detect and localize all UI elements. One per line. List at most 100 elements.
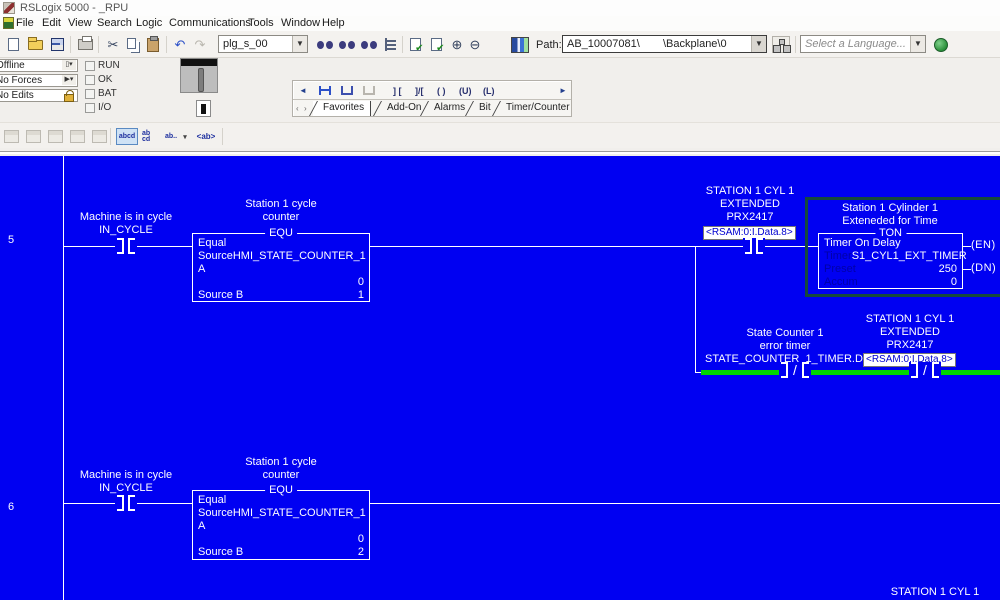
edit-assemble-icon[interactable] (68, 128, 86, 145)
equ-block[interactable]: EQU Equal Source A HMI_STATE_COUNTER_1 0 … (192, 484, 370, 560)
tag-name[interactable]: IN_CYCLE (46, 224, 206, 237)
rung-number[interactable]: 6 (8, 501, 14, 513)
toggle-tag-icon[interactable]: <ab> (194, 128, 218, 145)
tab-favorites[interactable]: Favorites (313, 101, 372, 116)
chevron-down-icon[interactable]: ▼ (751, 36, 766, 52)
chevron-down-icon[interactable]: ▼ (292, 36, 307, 52)
branch-level-glyph (363, 86, 375, 95)
cut-icon[interactable]: ✂ (104, 36, 122, 53)
tag-name[interactable]: IN_CYCLE (46, 482, 206, 495)
menu-tools[interactable]: Tools (248, 17, 274, 29)
run-flag: RUN (85, 60, 120, 71)
controller-mode-menu-icon[interactable]: ▯▾ (62, 60, 76, 70)
palette-scroll-left-icon[interactable]: ◄ (299, 83, 307, 98)
xic-in-cycle-labels: Machine is in cycle IN_CYCLE (46, 469, 206, 495)
language-globe-icon[interactable] (932, 36, 950, 53)
next-rung-partial-label: STATION 1 CYL 1 (890, 586, 980, 598)
xio-contact-prx2417[interactable]: / (909, 362, 941, 378)
operand-label: Source A (198, 250, 233, 275)
new-rung-icon[interactable] (319, 83, 331, 98)
undo-icon[interactable]: ↶ (171, 36, 189, 53)
edits-field[interactable]: No Edits (0, 89, 78, 102)
edit-toolbar: abcd ab cd ab.. ▾ <ab> (0, 122, 1000, 148)
tab-timer-counter[interactable]: Timer/Counter (496, 101, 576, 116)
rung-wire (370, 246, 743, 247)
palette-scroll-right-icon[interactable]: ► (559, 83, 567, 98)
xio-instruction-icon[interactable]: ]/[ (415, 83, 424, 98)
cross-reference-icon[interactable] (383, 36, 401, 53)
pane-splitter[interactable] (0, 151, 1000, 154)
operand-value[interactable]: 2 (358, 546, 364, 559)
forces-field[interactable]: No Forces ▶▾ (0, 74, 78, 87)
operand-value[interactable]: 0 (951, 276, 957, 289)
io-flag: I/O (85, 102, 111, 113)
ote-instruction-icon[interactable]: ( ) (437, 83, 446, 98)
zoom-out-icon[interactable]: ⊖ (466, 36, 484, 53)
copy-icon[interactable] (124, 36, 142, 53)
binoculars-glyph (339, 40, 355, 50)
menu-file[interactable]: File (16, 17, 34, 29)
xic-contact-in-cycle[interactable] (115, 238, 137, 254)
routine-combo[interactable]: plg_s_00 ▼ (218, 35, 308, 53)
coil-stub-wire (963, 269, 971, 270)
edit-cancel-icon[interactable] (46, 128, 64, 145)
branch-level-icon[interactable] (363, 83, 375, 98)
zoom-in-icon[interactable]: ⊕ (448, 36, 466, 53)
equ-block[interactable]: EQU Equal Source A HMI_STATE_COUNTER_1 0 … (192, 227, 370, 302)
operand-label: Source A (198, 507, 233, 532)
chevron-down-icon[interactable]: ▼ (910, 36, 925, 52)
otu-instruction-icon[interactable]: (U) (459, 83, 472, 98)
find-icon[interactable] (316, 36, 334, 53)
edit-rung-icon[interactable] (2, 128, 20, 145)
find-next-icon[interactable] (338, 36, 356, 53)
xic-instruction-icon[interactable]: ] [ (393, 83, 402, 98)
otl-instruction-icon[interactable]: (L) (483, 83, 495, 98)
ton-block[interactable]: TON Timer On Delay Timer S1_CYL1_EXT_TIME… (818, 227, 967, 289)
new-icon[interactable] (4, 36, 22, 53)
ladder-editor[interactable]: 5 Machine is in cycle IN_CYCLE Station 1… (0, 156, 1000, 600)
who-active-icon[interactable] (772, 36, 790, 53)
xic-contact-prx2417[interactable] (743, 238, 765, 254)
verify-project-icon[interactable] (427, 36, 445, 54)
paste-icon[interactable] (144, 35, 162, 53)
find-replace-icon[interactable] (360, 36, 378, 53)
tabs-scroll-right-icon[interactable]: › (304, 104, 307, 113)
path-combo[interactable]: AB_10007081\ \Backplane\0 ▼ (562, 35, 767, 53)
xic-prx-labels: STATION 1 CYL 1 EXTENDED PRX2417 (690, 185, 810, 224)
xic-contact-in-cycle[interactable] (115, 495, 137, 511)
verify-routine-icon[interactable] (406, 36, 424, 54)
chevron-down-icon[interactable]: ▾ (180, 128, 190, 145)
binoculars-glyph (317, 40, 333, 50)
menu-search[interactable]: Search (97, 17, 132, 29)
operand-tag[interactable]: HMI_STATE_COUNTER_1 (233, 250, 366, 276)
operand-tag[interactable]: HMI_STATE_COUNTER_1 (233, 507, 366, 533)
menu-view[interactable]: View (68, 17, 92, 29)
edit-accept-icon[interactable] (24, 128, 42, 145)
menu-communications[interactable]: Communications (169, 17, 251, 29)
redo-icon[interactable]: ↷ (191, 36, 209, 53)
contact-bracket (117, 238, 124, 254)
toggle-comment-icon[interactable]: ab cd (142, 128, 158, 145)
operand-tag[interactable]: S1_CYL1_EXT_TIMER (852, 250, 967, 263)
menu-logic[interactable]: Logic (136, 17, 162, 29)
rswho-icon[interactable] (511, 36, 529, 53)
print-icon[interactable] (76, 36, 94, 53)
forces-menu-icon[interactable]: ▶▾ (62, 75, 76, 85)
branch-icon[interactable] (341, 83, 353, 98)
language-combo[interactable]: Select a Language... ▼ (800, 35, 926, 53)
text-options-icon[interactable]: ab.. (162, 128, 180, 145)
menu-window[interactable]: Window (281, 17, 320, 29)
rung-number[interactable]: 5 (8, 234, 14, 246)
menu-help[interactable]: Help (322, 17, 345, 29)
toggle-description-icon[interactable]: abcd (116, 128, 138, 145)
edit-test-icon[interactable] (90, 128, 108, 145)
operand-value[interactable]: 250 (939, 263, 957, 276)
controller-mode-field[interactable]: Offline ▯▾ (0, 59, 78, 72)
operand-value[interactable]: 1 (358, 289, 364, 302)
save-icon[interactable] (48, 36, 66, 53)
tabs-scroll-left-icon[interactable]: ‹ (296, 104, 299, 113)
xio-contact-timer-dn[interactable]: / (779, 362, 811, 378)
tab-alarms[interactable]: Alarms (424, 101, 471, 116)
open-icon[interactable] (26, 36, 44, 53)
menu-edit[interactable]: Edit (42, 17, 61, 29)
